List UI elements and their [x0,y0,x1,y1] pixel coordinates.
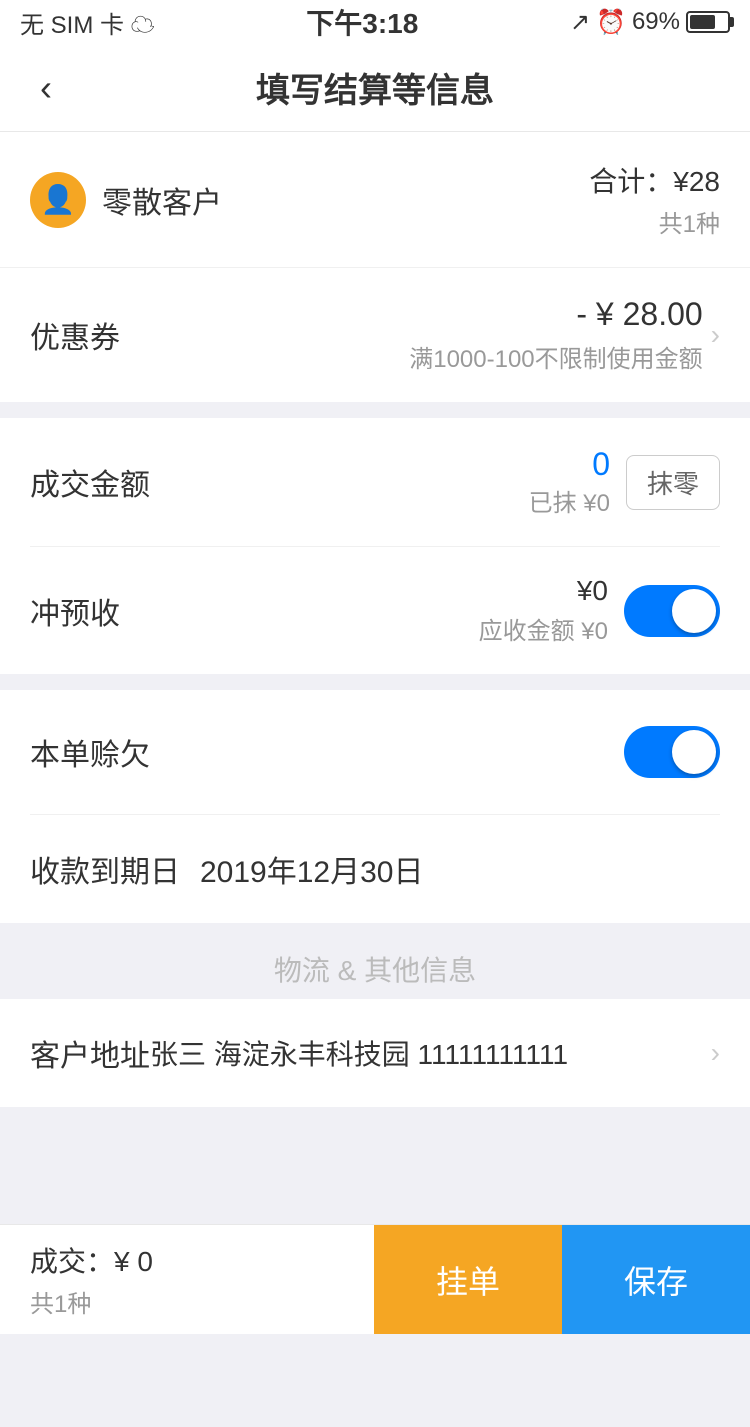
bottom-deal-amount: 成交：¥ 0 [30,1240,344,1280]
precollect-right: ¥0 应收金额 ¥0 [479,575,720,646]
transaction-row: 成交金额 0 已抹 ¥0 抹零 [30,418,720,547]
transaction-label: 成交金额 [30,460,150,504]
due-date-label: 收款到期日 [30,847,180,891]
avatar: 👤 [30,172,86,228]
address-chevron-icon: › [711,1037,720,1069]
coupon-chevron-icon: › [711,319,720,351]
save-button[interactable]: 保存 [562,1225,750,1334]
page-title: 填写结算等信息 [256,63,494,112]
status-bar: 无 SIM 卡 ☁ 下午3:18 ↗ ⏰ 69% [0,0,750,44]
credit-section: 本单赊欠 收款到期日 2019年12月30日 [0,690,750,923]
alarm-icon: ⏰ [596,8,626,37]
credit-toggle[interactable] [624,726,720,778]
due-date-value: 2019年12月30日 [200,847,423,891]
status-right: ↗ ⏰ 69% [570,8,730,37]
back-button[interactable]: ‹ [30,57,62,119]
due-date-row: 收款到期日 2019年12月30日 [30,815,720,923]
logistics-divider: 物流 & 其他信息 [0,939,750,999]
credit-row: 本单赊欠 [30,690,720,815]
coupon-description: 满1000-100不限制使用金额 [409,339,702,374]
coupon-detail: - ¥ 28.00 满1000-100不限制使用金额 [409,296,702,374]
sim-label: 无 SIM 卡 ☁ [20,5,155,40]
logistics-label: 物流 & 其他信息 [274,949,476,989]
battery-label: 69% [632,8,680,36]
transaction-section: 成交金额 0 已抹 ¥0 抹零 冲预收 ¥0 应收金额 ¥0 [0,418,750,674]
toggle-knob [672,589,716,633]
precollect-amount: ¥0 [479,575,608,607]
customer-section: 👤 零散客户 合计：¥28 共1种 优惠券 - ¥ 28.00 满1000-10… [0,132,750,402]
address-section: 客户地址 张三 海淀永丰科技园 11111111111 › [0,999,750,1107]
address-row[interactable]: 客户地址 张三 海淀永丰科技园 11111111111 › [30,999,720,1107]
credit-toggle-knob [672,730,716,774]
transaction-right: 0 已抹 ¥0 抹零 [529,446,720,518]
location-icon: ↗ [570,8,590,37]
nav-bar: ‹ 填写结算等信息 [0,44,750,132]
customer-left: 👤 零散客户 [30,172,222,228]
battery-icon [686,11,730,33]
customer-total: 合计：¥28 共1种 [589,160,720,239]
pending-button[interactable]: 挂单 [374,1225,562,1334]
address-value: 张三 海淀永丰科技园 11111111111 [150,1033,701,1073]
round-zero-button[interactable]: 抹零 [626,455,720,510]
coupon-row[interactable]: 优惠券 - ¥ 28.00 满1000-100不限制使用金额 › [0,267,750,402]
coupon-amount: - ¥ 28.00 [409,296,702,333]
address-key: 客户地址 [30,1031,150,1075]
bottom-info: 成交：¥ 0 共1种 [0,1225,374,1334]
customer-row: 👤 零散客户 合计：¥28 共1种 [0,132,750,267]
total-amount: 合计：¥28 [589,160,720,200]
credit-label: 本单赊欠 [30,730,150,774]
precollect-value-block: ¥0 应收金额 ¥0 [479,575,608,646]
precollect-toggle[interactable] [624,585,720,637]
precollect-row: 冲预收 ¥0 应收金额 ¥0 [30,547,720,674]
status-time: 下午3:18 [306,2,418,42]
total-count: 共1种 [589,204,720,239]
bottom-count: 共1种 [30,1284,344,1319]
status-left: 无 SIM 卡 ☁ [20,5,155,40]
transaction-value: 0 [529,446,610,483]
bottom-bar: 成交：¥ 0 共1种 挂单 保存 [0,1224,750,1334]
transaction-sub: 已抹 ¥0 [529,483,610,518]
customer-name: 零散客户 [102,178,222,222]
precollect-label: 冲预收 [30,589,120,633]
coupon-label: 优惠券 [30,313,120,357]
precollect-receivable: 应收金额 ¥0 [479,611,608,646]
